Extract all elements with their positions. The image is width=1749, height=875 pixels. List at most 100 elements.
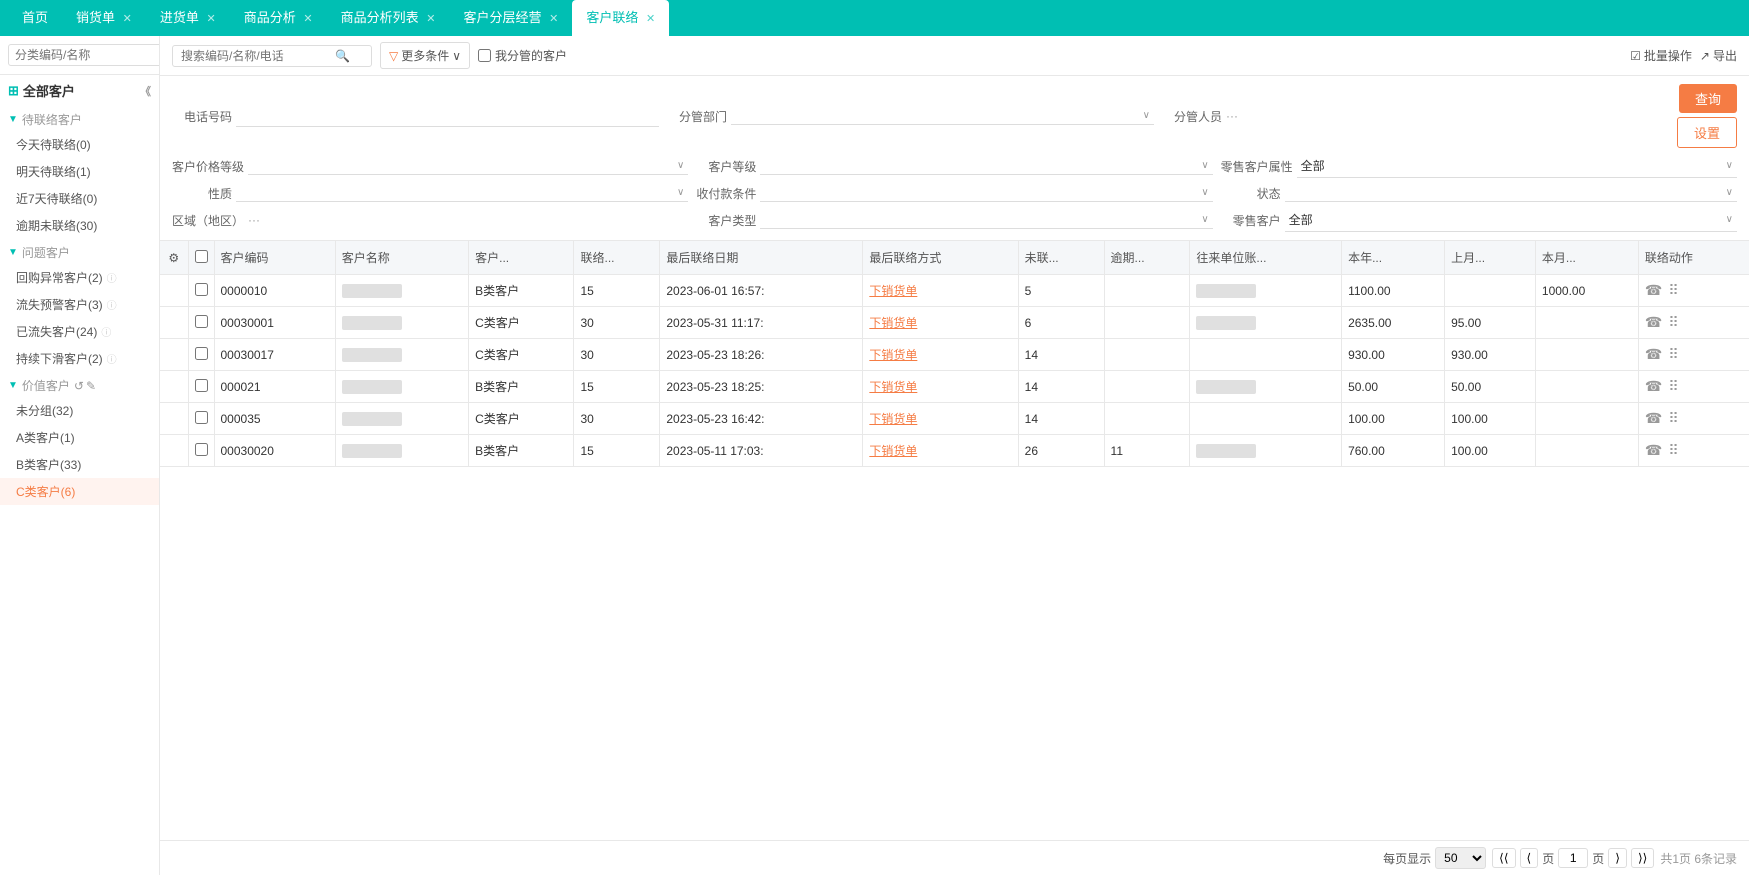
close-sales-icon[interactable]: ✕ (123, 13, 132, 25)
batch-operation-btn[interactable]: ☑ 批量操作 (1630, 47, 1692, 64)
edit-icon[interactable]: ✎ (86, 379, 96, 393)
row-last-method[interactable]: 下销货单 (863, 339, 1018, 371)
row-checkbox[interactable] (195, 379, 208, 392)
sidebar-overdue-contact[interactable]: 逾期未联络(30) (0, 212, 159, 239)
first-page-btn[interactable]: ⟨⟨ (1492, 848, 1515, 868)
export-btn[interactable]: ↗ 导出 (1700, 47, 1737, 64)
more-action-icon[interactable]: ⠿ (1668, 442, 1678, 459)
row-last-method[interactable]: 下销货单 (863, 307, 1018, 339)
nature-select[interactable]: ∨ (236, 184, 688, 202)
contact-method-link[interactable]: 下销货单 (869, 348, 917, 362)
more-action-icon[interactable]: ⠿ (1668, 314, 1678, 331)
sidebar-search-input[interactable] (8, 44, 160, 66)
sidebar-7days-pending[interactable]: 近7天待联络(0) (0, 185, 159, 212)
phone-action-icon[interactable]: ☎ (1645, 282, 1662, 299)
retail-attr-select[interactable]: 全部 ∨ (1297, 154, 1737, 178)
payment-select[interactable]: ∨ (760, 184, 1212, 202)
contact-method-link[interactable]: 下销货单 (869, 412, 917, 426)
phone-action-icon[interactable]: ☎ (1645, 346, 1662, 363)
settings-button[interactable]: 设置 (1677, 117, 1737, 148)
area-dots-icon[interactable]: ··· (248, 213, 260, 227)
row-checkbox[interactable] (195, 315, 208, 328)
row-checkbox[interactable] (195, 443, 208, 456)
row-last-method[interactable]: 下销货单 (863, 403, 1018, 435)
more-action-icon[interactable]: ⠿ (1668, 282, 1678, 299)
nav-home[interactable]: 首页 (8, 0, 62, 36)
close-goods-list-icon[interactable]: ✕ (426, 13, 435, 25)
sidebar-churn-warning[interactable]: 流失预警客户(3) ⓘ (0, 291, 159, 318)
phone-input[interactable] (236, 106, 659, 127)
help-icon3[interactable]: ⓘ (101, 324, 111, 339)
last-page-btn[interactable]: ⟩⟩ (1631, 848, 1654, 868)
my-customers-checkbox[interactable] (478, 49, 491, 62)
customer-level-select[interactable]: ∨ (760, 157, 1212, 175)
settings-col-header[interactable]: ⚙ (160, 241, 188, 275)
contact-method-link[interactable]: 下销货单 (869, 380, 917, 394)
contact-method-link[interactable]: 下销货单 (869, 444, 917, 458)
page-size-select[interactable]: 50 100 200 (1435, 847, 1486, 869)
page-input[interactable] (1558, 848, 1588, 868)
more-action-icon[interactable]: ⠿ (1668, 410, 1678, 427)
phone-action-icon[interactable]: ☎ (1645, 410, 1662, 427)
sidebar-repurchase-abnormal[interactable]: 回购异常客户(2) ⓘ (0, 264, 159, 291)
sidebar-declining[interactable]: 持续下滑客户(2) ⓘ (0, 345, 159, 372)
my-customers-checkbox-label[interactable]: 我分管的客户 (478, 47, 567, 64)
next-page-btn[interactable]: ⟩ (1608, 848, 1627, 868)
row-checkbox-cell[interactable] (188, 435, 214, 467)
reload-icon[interactable]: ↺ (74, 379, 84, 393)
row-checkbox[interactable] (195, 283, 208, 296)
sidebar-all-customers[interactable]: ⊞ 全部客户 《 (0, 75, 159, 106)
close-purchase-icon[interactable]: ✕ (207, 13, 216, 25)
phone-action-icon[interactable]: ☎ (1645, 378, 1662, 395)
sidebar-class-c[interactable]: C类客户(6) (0, 478, 159, 505)
section-pending-contact[interactable]: ▼ 待联络客户 (0, 106, 159, 131)
row-checkbox[interactable] (195, 347, 208, 360)
section-problem-customers[interactable]: ▼ 问题客户 (0, 239, 159, 264)
help-icon2[interactable]: ⓘ (107, 297, 117, 312)
close-goods-analysis-icon[interactable]: ✕ (303, 13, 312, 25)
person-dots-icon[interactable]: ··· (1226, 109, 1238, 123)
sidebar-tomorrow-pending[interactable]: 明天待联络(1) (0, 158, 159, 185)
toolbar-search-icon[interactable]: 🔍 (335, 49, 350, 63)
phone-action-icon[interactable]: ☎ (1645, 314, 1662, 331)
sidebar-today-pending[interactable]: 今天待联络(0) (0, 131, 159, 158)
help-icon4[interactable]: ⓘ (107, 351, 117, 366)
row-last-method[interactable]: 下销货单 (863, 435, 1018, 467)
customer-type-select[interactable]: ∨ (760, 211, 1212, 229)
sidebar-ungrouped[interactable]: 未分组(32) (0, 397, 159, 424)
row-checkbox-cell[interactable] (188, 307, 214, 339)
nav-sales[interactable]: 销货单 ✕ (62, 0, 146, 36)
row-checkbox-cell[interactable] (188, 275, 214, 307)
contact-method-link[interactable]: 下销货单 (869, 316, 917, 330)
prev-page-btn[interactable]: ⟨ (1520, 848, 1539, 868)
close-customer-tier-icon[interactable]: ✕ (549, 13, 558, 25)
row-last-method[interactable]: 下销货单 (863, 371, 1018, 403)
collapse-icon[interactable]: 《 (140, 83, 151, 99)
sidebar-churned[interactable]: 已流失客户(24) ⓘ (0, 318, 159, 345)
query-button[interactable]: 查询 (1679, 84, 1737, 113)
dept-select[interactable]: ∨ (731, 107, 1154, 125)
more-action-icon[interactable]: ⠿ (1668, 378, 1678, 395)
nav-goods-list[interactable]: 商品分析列表 ✕ (327, 0, 450, 36)
more-action-icon[interactable]: ⠿ (1668, 346, 1678, 363)
row-checkbox-cell[interactable] (188, 339, 214, 371)
more-conditions-btn[interactable]: ▽ 更多条件 ∨ (380, 42, 470, 69)
row-last-method[interactable]: 下销货单 (863, 275, 1018, 307)
nav-customer-contact[interactable]: 客户联络 ✕ (572, 0, 669, 36)
retail-customer-select[interactable]: 全部 ∨ (1285, 208, 1737, 232)
toolbar-search-input[interactable] (181, 49, 331, 63)
phone-action-icon[interactable]: ☎ (1645, 442, 1662, 459)
help-icon1[interactable]: ⓘ (107, 270, 117, 285)
section-value-customers[interactable]: ▼ 价值客户 ↺ ✎ (0, 372, 159, 397)
nav-goods-analysis[interactable]: 商品分析 ✕ (230, 0, 327, 36)
select-all-checkbox[interactable] (195, 250, 208, 263)
close-customer-contact-icon[interactable]: ✕ (646, 13, 655, 25)
nav-purchase[interactable]: 进货单 ✕ (146, 0, 230, 36)
nav-customer-tier[interactable]: 客户分层经营 ✕ (449, 0, 572, 36)
checkbox-col-header[interactable] (188, 241, 214, 275)
contact-method-link[interactable]: 下销货单 (869, 284, 917, 298)
status-select[interactable]: ∨ (1285, 184, 1737, 202)
row-checkbox-cell[interactable] (188, 403, 214, 435)
price-level-select[interactable]: ∨ (248, 157, 688, 175)
row-checkbox-cell[interactable] (188, 371, 214, 403)
